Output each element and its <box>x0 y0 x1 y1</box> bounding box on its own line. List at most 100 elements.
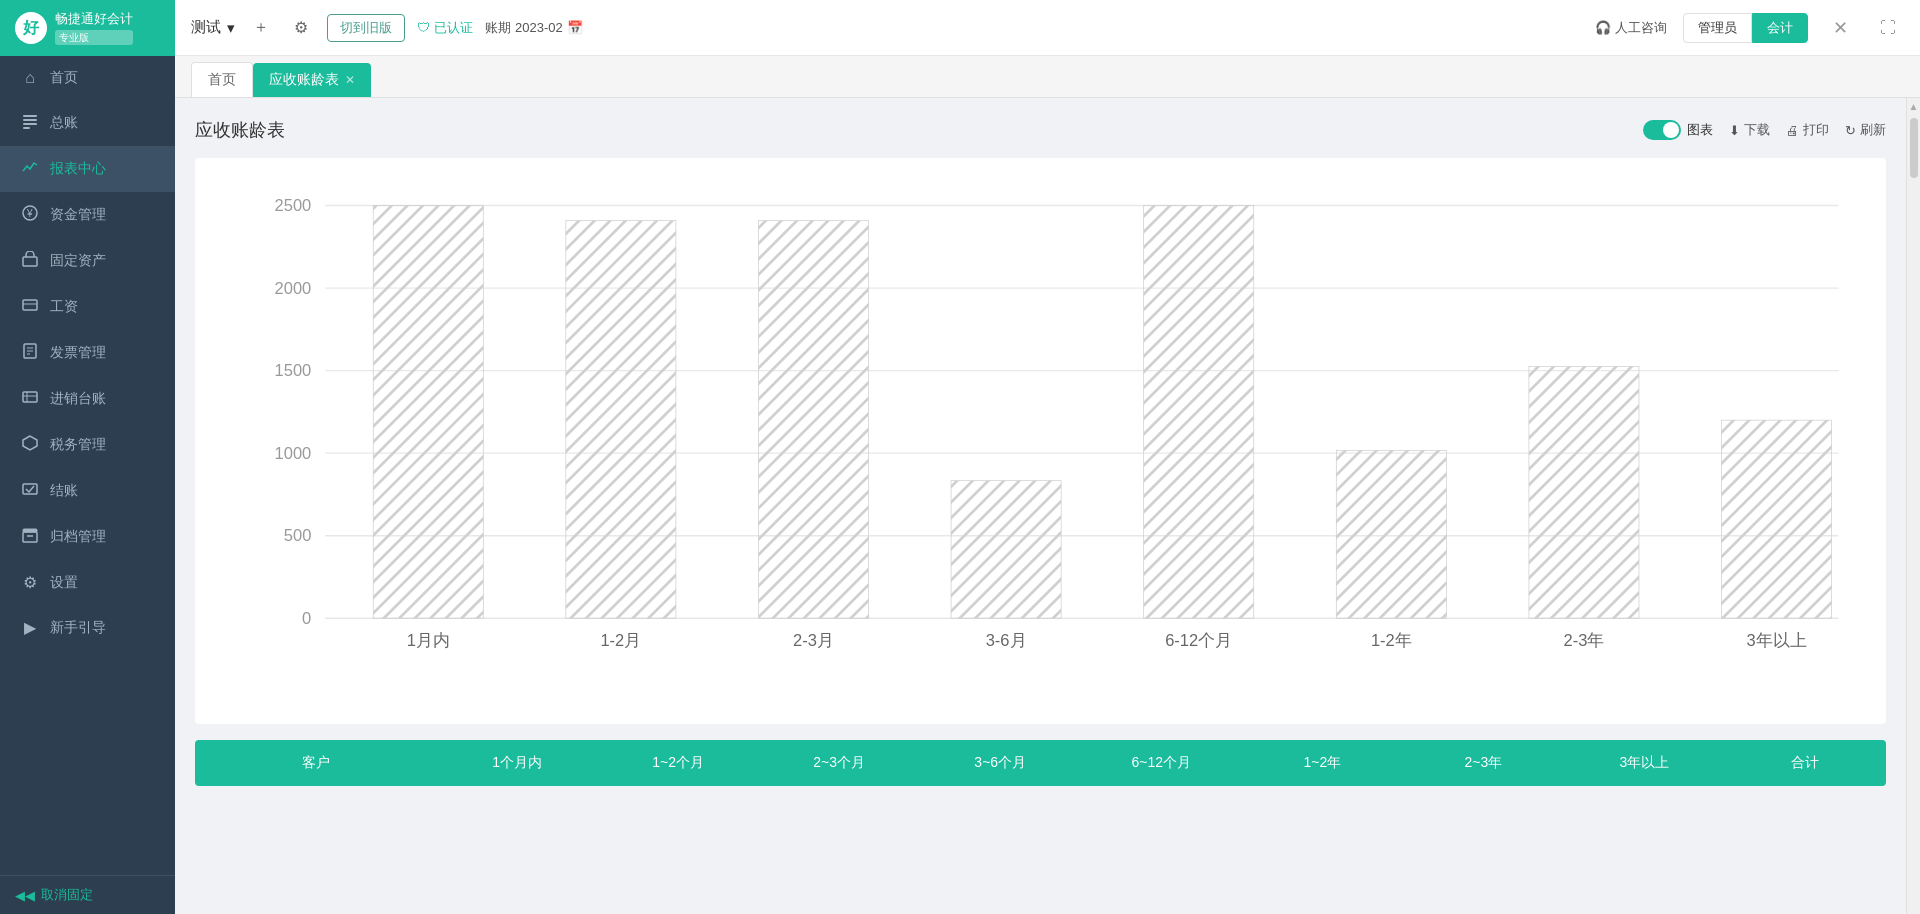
svg-text:6-12个月: 6-12个月 <box>1165 631 1232 649</box>
refresh-button[interactable]: ↻ 刷新 <box>1845 121 1886 139</box>
invoice-icon <box>20 343 40 363</box>
tab-ar-aging[interactable]: 应收账龄表 ✕ <box>253 63 371 97</box>
svg-rect-41 <box>1144 206 1254 619</box>
svg-text:2500: 2500 <box>275 196 312 214</box>
project-name: 测试 <box>191 18 221 37</box>
tab-ar-label: 应收账龄表 <box>269 71 339 89</box>
svg-rect-7 <box>23 300 37 310</box>
header-1month: 1个月内 <box>437 740 598 786</box>
sidebar-logo: 好 畅捷通好会计 专业版 <box>0 0 175 56</box>
svg-text:3年以上: 3年以上 <box>1746 631 1806 649</box>
manager-button[interactable]: 管理员 <box>1683 13 1752 43</box>
sidebar-item-label: 报表中心 <box>50 160 106 178</box>
tab-home[interactable]: 首页 <box>191 62 253 97</box>
svg-rect-18 <box>23 529 37 532</box>
consult-button[interactable]: 🎧 人工咨询 <box>1595 19 1667 37</box>
sidebar-item-payroll[interactable]: 工资 <box>0 284 175 330</box>
unfix-icon: ◀◀ <box>15 888 35 903</box>
print-button[interactable]: 🖨 打印 <box>1786 121 1829 139</box>
scroll-up[interactable]: ▲ <box>1907 98 1921 114</box>
sidebar-item-fund[interactable]: ¥ 资金管理 <box>0 192 175 238</box>
toggle-thumb <box>1663 122 1679 138</box>
download-button[interactable]: ⬇ 下载 <box>1729 121 1770 139</box>
header-3plus-year: 3年以上 <box>1564 740 1725 786</box>
sidebar-item-label: 工资 <box>50 298 78 316</box>
sidebar-item-home[interactable]: ⌂ 首页 <box>0 56 175 100</box>
sidebar-scroll: ⌂ 首页 总账 报表中心 ¥ 资金管理 固定资产 <box>0 56 175 875</box>
dropdown-icon: ▾ <box>227 19 235 37</box>
sidebar-item-label: 新手引导 <box>50 619 106 637</box>
sidebar-item-fixed-assets[interactable]: 固定资产 <box>0 238 175 284</box>
project-selector[interactable]: 测试 ▾ <box>191 18 235 37</box>
sidebar-item-label: 设置 <box>50 574 78 592</box>
svg-rect-3 <box>23 127 30 129</box>
sidebar-item-invoice[interactable]: 发票管理 <box>0 330 175 376</box>
ledger-icon <box>20 113 40 133</box>
table-header: 客户 1个月内 1~2个月 2~3个月 3~6个月 6~12个月 1~2年 2~… <box>195 740 1886 786</box>
period-badge: 账期 2023-02 📅 <box>485 19 583 37</box>
svg-rect-43 <box>1336 450 1446 618</box>
sidebar-item-closing[interactable]: 结账 <box>0 468 175 514</box>
svg-text:1-2月: 1-2月 <box>600 631 641 649</box>
sidebar-item-label: 首页 <box>50 69 78 87</box>
logo-badge: 专业版 <box>55 30 133 45</box>
sidebar-item-label: 结账 <box>50 482 78 500</box>
svg-text:1500: 1500 <box>275 361 312 379</box>
consult-label: 人工咨询 <box>1615 19 1667 37</box>
chart-svg: 0 500 1000 1500 2000 2500 1月内 <box>215 178 1866 701</box>
content: 应收账龄表 图表 ⬇ 下载 🖨 打印 <box>175 98 1920 914</box>
period-value: 2023-02 <box>515 20 563 35</box>
sidebar-item-label: 固定资产 <box>50 252 106 270</box>
svg-rect-1 <box>23 119 37 121</box>
download-label: 下载 <box>1744 121 1770 139</box>
scrollbar-track: ▲ <box>1906 98 1920 914</box>
headset-icon: 🎧 <box>1595 20 1611 35</box>
header-2-3year: 2~3年 <box>1403 740 1564 786</box>
close-button[interactable]: ✕ <box>1824 12 1856 44</box>
table-container: 客户 1个月内 1~2个月 2~3个月 3~6个月 6~12个月 1~2年 2~… <box>195 740 1886 786</box>
unfix-label: 取消固定 <box>41 886 93 904</box>
sidebar: 好 畅捷通好会计 专业版 ⌂ 首页 总账 报表中心 ¥ 资金管理 <box>0 0 175 914</box>
toolbar: 图表 ⬇ 下载 🖨 打印 ↻ 刷新 <box>1643 120 1886 140</box>
print-label: 打印 <box>1803 121 1829 139</box>
toggle-track[interactable] <box>1643 120 1681 140</box>
switch-old-version-button[interactable]: 切到旧版 <box>327 14 405 42</box>
svg-text:2-3年: 2-3年 <box>1564 631 1605 649</box>
sidebar-item-label: 发票管理 <box>50 344 106 362</box>
sidebar-unfix[interactable]: ◀◀ 取消固定 <box>0 875 175 914</box>
sidebar-item-tax[interactable]: 税务管理 <box>0 422 175 468</box>
add-button[interactable]: ＋ <box>247 14 275 42</box>
settings-header-button[interactable]: ⚙ <box>287 14 315 42</box>
accountant-button[interactable]: 会计 <box>1752 13 1808 43</box>
sidebar-item-label: 归档管理 <box>50 528 106 546</box>
chart-toggle-label: 图表 <box>1687 121 1713 139</box>
shield-icon: 🛡 <box>417 20 430 35</box>
tab-close-icon[interactable]: ✕ <box>345 73 355 87</box>
expand-button[interactable]: ⛶ <box>1872 12 1904 44</box>
archive-icon <box>20 527 40 547</box>
sidebar-item-guide[interactable]: ▶ 新手引导 <box>0 605 175 650</box>
sidebar-item-purchase-sales[interactable]: 进销台账 <box>0 376 175 422</box>
sidebar-item-settings[interactable]: ⚙ 设置 <box>0 560 175 605</box>
content-main: 应收账龄表 图表 ⬇ 下载 🖨 打印 <box>175 98 1906 914</box>
svg-text:1-2年: 1-2年 <box>1371 631 1412 649</box>
payroll-icon <box>20 297 40 317</box>
svg-rect-16 <box>23 484 37 494</box>
sidebar-item-general-ledger[interactable]: 总账 <box>0 100 175 146</box>
period-label: 账期 <box>485 19 511 37</box>
header-customer: 客户 <box>195 740 437 786</box>
header-1-2year: 1~2年 <box>1242 740 1403 786</box>
svg-rect-13 <box>23 392 37 402</box>
refresh-label: 刷新 <box>1860 121 1886 139</box>
sidebar-item-archive[interactable]: 归档管理 <box>0 514 175 560</box>
header-3-6month: 3~6个月 <box>920 740 1081 786</box>
logo-name: 畅捷通好会计 <box>55 11 133 28</box>
svg-rect-33 <box>373 206 483 619</box>
sidebar-item-report-center[interactable]: 报表中心 <box>0 146 175 192</box>
svg-rect-17 <box>23 532 37 542</box>
svg-rect-2 <box>23 123 37 125</box>
chart-toggle[interactable]: 图表 <box>1643 120 1713 140</box>
scroll-thumb[interactable] <box>1910 118 1918 178</box>
svg-text:¥: ¥ <box>26 208 33 219</box>
home-icon: ⌂ <box>20 69 40 87</box>
